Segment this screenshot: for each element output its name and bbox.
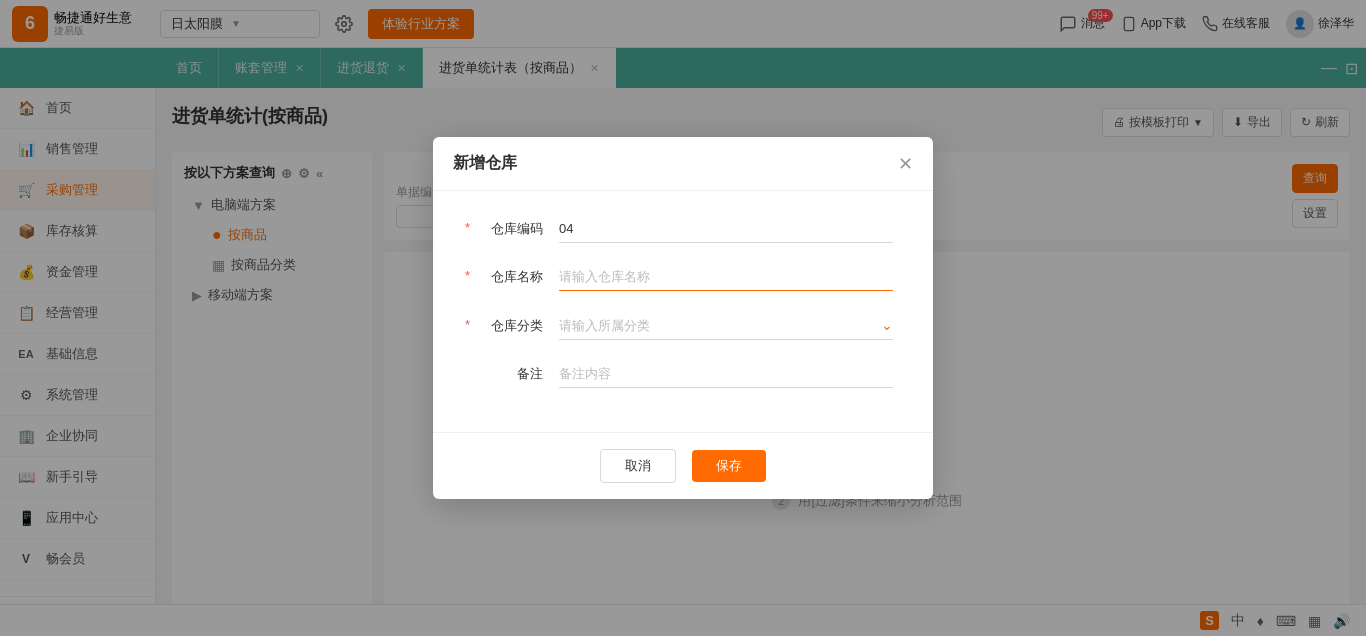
form-label-name: 仓库名称 (473, 268, 543, 286)
form-row-code: 仓库编码 (473, 215, 893, 243)
modal-overlay[interactable]: 新增仓库 ✕ 仓库编码 仓库名称 仓库分类 ⌄ (0, 0, 1366, 636)
warehouse-category-select[interactable]: ⌄ (559, 311, 893, 340)
remark-input[interactable] (559, 360, 893, 388)
dialog-close-button[interactable]: ✕ (898, 155, 913, 173)
form-row-remark: 备注 (473, 360, 893, 388)
dialog-footer: 取消 保存 (433, 432, 933, 499)
form-label-code: 仓库编码 (473, 220, 543, 238)
dialog-title: 新增仓库 (453, 153, 517, 174)
dialog-header: 新增仓库 ✕ (433, 137, 933, 191)
form-label-category: 仓库分类 (473, 317, 543, 335)
save-button[interactable]: 保存 (692, 450, 766, 482)
form-label-remark: 备注 (473, 365, 543, 383)
form-row-name: 仓库名称 (473, 263, 893, 291)
form-row-category: 仓库分类 ⌄ (473, 311, 893, 340)
dialog-body: 仓库编码 仓库名称 仓库分类 ⌄ 备注 (433, 191, 933, 432)
warehouse-code-input[interactable] (559, 215, 893, 243)
dialog: 新增仓库 ✕ 仓库编码 仓库名称 仓库分类 ⌄ (433, 137, 933, 499)
warehouse-name-input[interactable] (559, 263, 893, 291)
category-chevron-icon[interactable]: ⌄ (881, 317, 893, 333)
cancel-button[interactable]: 取消 (600, 449, 676, 483)
category-select-input[interactable] (559, 318, 881, 333)
